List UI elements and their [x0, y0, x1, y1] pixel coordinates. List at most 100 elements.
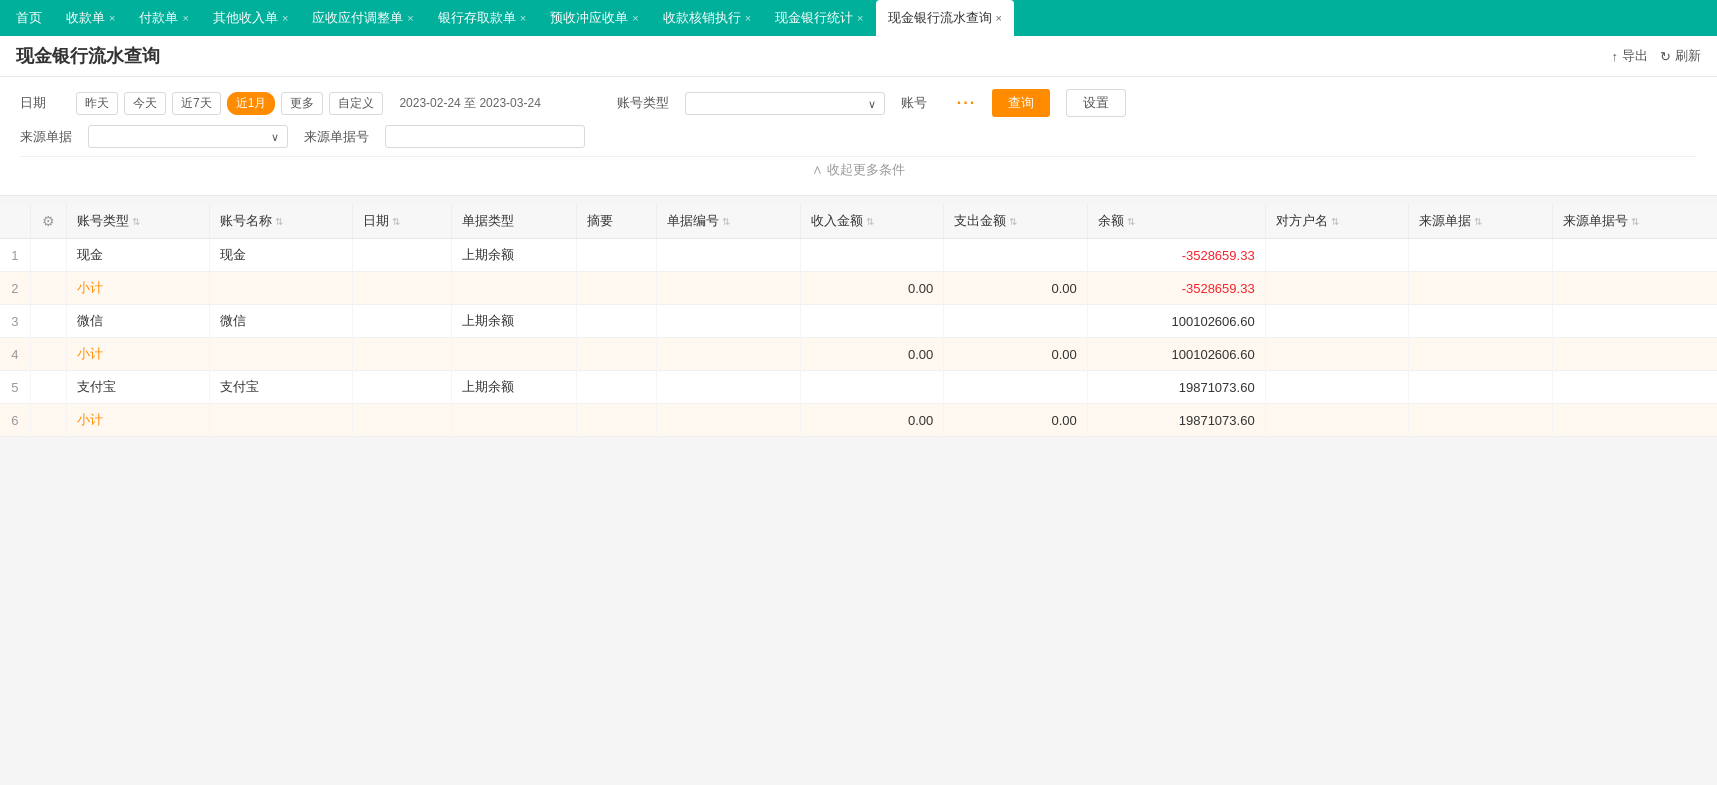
table-settings-icon[interactable]: ⚙	[42, 213, 55, 229]
nav-item-收款单[interactable]: 收款单 ×	[54, 0, 127, 36]
nav-item-预收冲应收单[interactable]: 预收冲应收单 ×	[538, 0, 650, 36]
nav-item-银行存取款单[interactable]: 银行存取款单 ×	[426, 0, 538, 36]
cell-account_type: 小计	[66, 338, 209, 371]
main-table: ⚙ 账号类型⇅账号名称⇅日期⇅单据类型摘要单据编号⇅收入金额⇅支出金额⇅余额⇅对方…	[0, 204, 1717, 437]
date-btn-更多[interactable]: 更多	[281, 92, 323, 115]
nav-item-现金银行统计[interactable]: 现金银行统计 ×	[763, 0, 875, 36]
date-btn-近1月[interactable]: 近1月	[227, 92, 276, 115]
table-body: 1现金现金上期余额-3528659.332小计0.000.00-3528659.…	[0, 239, 1717, 437]
date-btn-昨天[interactable]: 昨天	[76, 92, 118, 115]
sort-icon-balance: ⇅	[1127, 216, 1135, 227]
source-doc-select[interactable]	[88, 125, 288, 148]
table-row: 6小计0.000.0019871073.60	[0, 404, 1717, 437]
sort-icon-account_type: ⇅	[132, 216, 140, 227]
cell-source_doc	[1409, 239, 1552, 272]
cell-summary	[577, 371, 657, 404]
nav-item-收款核销执行[interactable]: 收款核销执行 ×	[651, 0, 763, 36]
th-account_name[interactable]: 账号名称⇅	[209, 204, 352, 239]
date-range: 2023-02-24 至 2023-03-24	[399, 95, 540, 112]
source-doc-no-input[interactable]	[385, 125, 585, 148]
cell-source_doc	[1409, 338, 1552, 371]
cell-doc_type: 上期余额	[452, 371, 577, 404]
cell-checkbox	[30, 338, 66, 371]
page-header: 现金银行流水查询 ↑ 导出 ↻ 刷新	[0, 36, 1717, 77]
cell-counterpart	[1265, 239, 1408, 272]
table-container: ⚙ 账号类型⇅账号名称⇅日期⇅单据类型摘要单据编号⇅收入金额⇅支出金额⇅余额⇅对方…	[0, 204, 1717, 437]
cell-doc_no	[657, 404, 800, 437]
th-income[interactable]: 收入金额⇅	[800, 204, 943, 239]
cell-date	[353, 239, 452, 272]
nav-close-icon[interactable]: ×	[996, 12, 1002, 24]
th-doc_no[interactable]: 单据编号⇅	[657, 204, 800, 239]
th-source_doc_no[interactable]: 来源单据号⇅	[1552, 204, 1717, 239]
settings-button[interactable]: 设置	[1066, 89, 1126, 117]
cell-income	[800, 239, 943, 272]
th-date[interactable]: 日期⇅	[353, 204, 452, 239]
cell-balance: -3528659.33	[1087, 272, 1265, 305]
cell-income: 0.00	[800, 272, 943, 305]
cell-doc_no	[657, 371, 800, 404]
cell-row-num: 5	[0, 371, 30, 404]
date-btn-近7天[interactable]: 近7天	[172, 92, 221, 115]
nav-close-icon[interactable]: ×	[520, 12, 526, 24]
collapse-up-icon: ∧	[812, 162, 827, 177]
nav-item-付款单[interactable]: 付款单 ×	[127, 0, 200, 36]
nav-item-应收应付调整单[interactable]: 应收应付调整单 ×	[300, 0, 425, 36]
account-dots-button[interactable]: ···	[957, 94, 976, 112]
table-header-row: ⚙ 账号类型⇅账号名称⇅日期⇅单据类型摘要单据编号⇅收入金额⇅支出金额⇅余额⇅对方…	[0, 204, 1717, 239]
cell-income: 0.00	[800, 404, 943, 437]
nav-close-icon[interactable]: ×	[182, 12, 188, 24]
nav-item-其他收入单[interactable]: 其他收入单 ×	[201, 0, 300, 36]
cell-doc_no	[657, 272, 800, 305]
header-actions: ↑ 导出 ↻ 刷新	[1612, 47, 1702, 65]
th-settings[interactable]: ⚙	[30, 204, 66, 239]
source-doc-chevron-icon	[271, 129, 279, 144]
cell-checkbox	[30, 404, 66, 437]
account-label: 账号	[901, 94, 941, 112]
cell-row-num: 3	[0, 305, 30, 338]
cell-source_doc	[1409, 272, 1552, 305]
cell-counterpart	[1265, 338, 1408, 371]
cell-doc_type	[452, 404, 577, 437]
export-button[interactable]: ↑ 导出	[1612, 47, 1649, 65]
nav-close-icon[interactable]: ×	[632, 12, 638, 24]
account-type-select[interactable]	[685, 92, 885, 115]
th-expense[interactable]: 支出金额⇅	[944, 204, 1087, 239]
cell-account_type: 小计	[66, 272, 209, 305]
nav-close-icon[interactable]: ×	[857, 12, 863, 24]
nav-item-首页[interactable]: 首页	[4, 0, 54, 36]
date-label: 日期	[20, 94, 60, 112]
nav-close-icon[interactable]: ×	[407, 12, 413, 24]
th-balance[interactable]: 余额⇅	[1087, 204, 1265, 239]
query-button[interactable]: 查询	[992, 89, 1050, 117]
cell-balance: -3528659.33	[1087, 239, 1265, 272]
cell-balance: 19871073.60	[1087, 371, 1265, 404]
cell-account_type: 小计	[66, 404, 209, 437]
cell-date	[353, 371, 452, 404]
cell-summary	[577, 404, 657, 437]
source-doc-label: 来源单据	[20, 128, 72, 146]
collapse-bar[interactable]: ∧ 收起更多条件	[20, 156, 1697, 183]
nav-item-现金银行流水查询[interactable]: 现金银行流水查询 ×	[876, 0, 1014, 36]
cell-date	[353, 305, 452, 338]
refresh-button[interactable]: ↻ 刷新	[1660, 47, 1701, 65]
th-counterpart[interactable]: 对方户名⇅	[1265, 204, 1408, 239]
nav-close-icon[interactable]: ×	[282, 12, 288, 24]
cell-account_name: 支付宝	[209, 371, 352, 404]
date-btn-自定义[interactable]: 自定义	[329, 92, 383, 115]
filter-row-source: 来源单据 来源单据号	[20, 125, 1697, 148]
cell-summary	[577, 305, 657, 338]
cell-account_name: 微信	[209, 305, 352, 338]
th-source_doc[interactable]: 来源单据⇅	[1409, 204, 1552, 239]
account-type-chevron-icon	[868, 96, 876, 111]
th-doc_type: 单据类型	[452, 204, 577, 239]
cell-counterpart	[1265, 305, 1408, 338]
table-row: 5支付宝支付宝上期余额19871073.60	[0, 371, 1717, 404]
nav-close-icon[interactable]: ×	[109, 12, 115, 24]
nav-close-icon[interactable]: ×	[745, 12, 751, 24]
th-account_type[interactable]: 账号类型⇅	[66, 204, 209, 239]
date-btn-今天[interactable]: 今天	[124, 92, 166, 115]
th-summary: 摘要	[577, 204, 657, 239]
cell-income: 0.00	[800, 338, 943, 371]
cell-counterpart	[1265, 371, 1408, 404]
